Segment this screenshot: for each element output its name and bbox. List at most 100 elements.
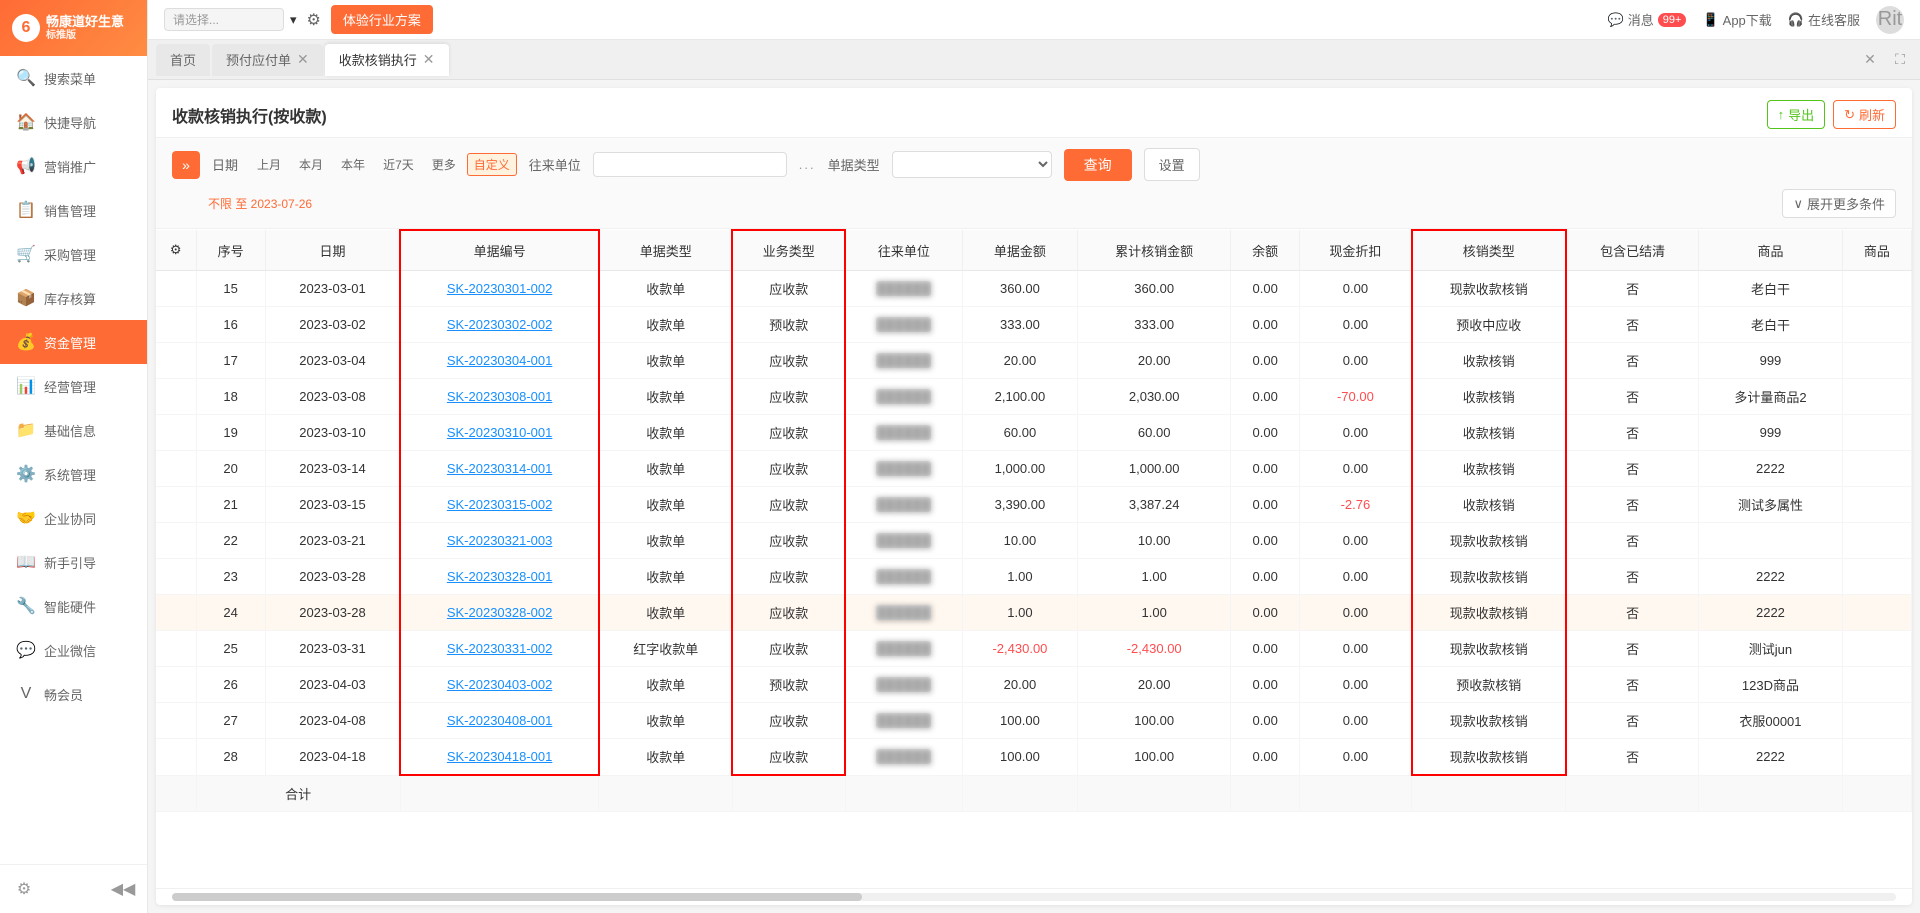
sidebar-icon-hardware: 🔧: [16, 596, 36, 616]
total-balance: [1231, 775, 1300, 811]
query-btn[interactable]: 查询: [1064, 149, 1132, 181]
bill-no-link[interactable]: SK-20230328-002: [447, 605, 553, 620]
tab-home[interactable]: 首页: [156, 44, 210, 76]
sidebar-item-wechat[interactable]: 💬 企业微信: [0, 628, 147, 672]
bill-no-link[interactable]: SK-20230310-001: [447, 425, 553, 440]
cell-settings[interactable]: [156, 667, 196, 703]
expand-conditions-btn[interactable]: ∨ 展开更多条件: [1782, 189, 1896, 218]
cell-goods: 老白干: [1699, 271, 1843, 307]
maximize-icon[interactable]: ⛶: [1888, 48, 1912, 72]
horizontal-scrollbar[interactable]: [172, 893, 1896, 901]
sidebar-item-member[interactable]: V 畅会员: [0, 672, 147, 716]
bill-no-link[interactable]: SK-20230418-001: [447, 749, 553, 764]
filter-toggle-btn[interactable]: »: [172, 151, 200, 179]
org-selector-value[interactable]: 请选择...: [164, 8, 284, 31]
cell-settings[interactable]: [156, 739, 196, 776]
app-download-btn[interactable]: 📱 App下载: [1702, 10, 1771, 29]
scrollbar-thumb[interactable]: [172, 893, 862, 901]
cell-amount: 2,100.00: [962, 379, 1078, 415]
bill-no-link[interactable]: SK-20230321-003: [447, 533, 553, 548]
cell-settings[interactable]: [156, 703, 196, 739]
tab-close-collection-exec[interactable]: ✕: [423, 51, 435, 68]
sidebar-item-finance[interactable]: 💰 资金管理: [0, 320, 147, 364]
cell-goods2: [1842, 271, 1911, 307]
tab-close-prepay[interactable]: ✕: [297, 51, 309, 68]
app-subtitle: 标推版: [46, 30, 124, 42]
cell-settings[interactable]: [156, 307, 196, 343]
this-year-btn[interactable]: 本年: [334, 153, 372, 176]
bill-no-link[interactable]: SK-20230328-001: [447, 569, 553, 584]
cell-incl-settled: 否: [1566, 523, 1699, 559]
tab-prepay[interactable]: 预付应付单✕: [212, 44, 323, 76]
cell-settings[interactable]: [156, 271, 196, 307]
cell-settings[interactable]: [156, 379, 196, 415]
cell-settings[interactable]: [156, 559, 196, 595]
sidebar-item-guide[interactable]: 📖 新手引导: [0, 540, 147, 584]
tab-label-collection-exec: 收款核销执行: [339, 50, 417, 69]
cell-partner: ██████: [845, 523, 962, 559]
table-head: ⚙ 序号 日期 单据编号 单据类型 业务类型 往来单位 单据金额 累计核销金额 …: [156, 230, 1912, 271]
this-month-btn[interactable]: 本月: [292, 153, 330, 176]
cell-partner: ██████: [845, 343, 962, 379]
cell-amount: 1,000.00: [962, 451, 1078, 487]
settings-icon[interactable]: ⚙: [10, 875, 38, 903]
cell-settings[interactable]: [156, 523, 196, 559]
last-7-days-btn[interactable]: 近7天: [376, 153, 421, 176]
cell-balance: 0.00: [1231, 379, 1300, 415]
partner-input[interactable]: [593, 152, 787, 177]
tab-collection-exec[interactable]: 收款核销执行 ✕: [325, 44, 449, 76]
bill-no-link[interactable]: SK-20230302-002: [447, 317, 553, 332]
bill-type-select[interactable]: [892, 151, 1052, 178]
export-btn[interactable]: ↑ 导出: [1767, 100, 1826, 129]
sidebar-icon-member: V: [16, 684, 36, 704]
sidebar-item-inventory[interactable]: 📦 库存核算: [0, 276, 147, 320]
cell-settings[interactable]: [156, 631, 196, 667]
user-avatar[interactable]: Rit: [1876, 6, 1904, 34]
cell-date: 2023-03-28: [265, 559, 400, 595]
bill-no-link[interactable]: SK-20230315-002: [447, 497, 553, 512]
table-row: 26 2023-04-03 SK-20230403-002 收款单 预收款 ██…: [156, 667, 1912, 703]
bill-no-link[interactable]: SK-20230314-001: [447, 461, 553, 476]
total-discount: [1300, 775, 1412, 811]
collapse-icon[interactable]: ◀◀: [109, 875, 137, 903]
cell-settings[interactable]: [156, 451, 196, 487]
sidebar-item-search-menu[interactable]: 🔍 搜索菜单: [0, 56, 147, 100]
bill-no-link[interactable]: SK-20230331-002: [447, 641, 553, 656]
refresh-btn[interactable]: ↻ 刷新: [1833, 100, 1896, 129]
last-month-btn[interactable]: 上月: [250, 153, 288, 176]
filter-setting-btn[interactable]: 设置: [1144, 148, 1200, 181]
cell-bill-no: SK-20230321-003: [400, 523, 599, 559]
cell-cumulative: -2,430.00: [1078, 631, 1231, 667]
bill-no-link[interactable]: SK-20230408-001: [447, 713, 553, 728]
sidebar-item-quick-nav[interactable]: 🏠 快捷导航: [0, 100, 147, 144]
sidebar-item-corp[interactable]: 🤝 企业协同: [0, 496, 147, 540]
col-header-settings[interactable]: ⚙: [156, 230, 196, 271]
solution-btn[interactable]: 体验行业方案: [331, 5, 433, 34]
sidebar-item-hardware[interactable]: 🔧 智能硬件: [0, 584, 147, 628]
sidebar-item-sales[interactable]: 📋 销售管理: [0, 188, 147, 232]
bill-no-link[interactable]: SK-20230308-001: [447, 389, 553, 404]
custom-date-btn[interactable]: 自定义: [467, 153, 517, 176]
cell-settings[interactable]: [156, 487, 196, 523]
sidebar-item-purchase[interactable]: 🛒 采购管理: [0, 232, 147, 276]
sidebar-item-operations[interactable]: 📊 经营管理: [0, 364, 147, 408]
selector-arrow-icon[interactable]: ▾: [290, 12, 297, 28]
sidebar-item-basic-info[interactable]: 📁 基础信息: [0, 408, 147, 452]
messages-btn[interactable]: 💬 消息 99+: [1608, 10, 1687, 29]
bill-no-link[interactable]: SK-20230304-001: [447, 353, 553, 368]
expand-icon: ∨: [1793, 196, 1803, 212]
sidebar-item-marketing[interactable]: 📢 营销推广: [0, 144, 147, 188]
cell-settings[interactable]: [156, 415, 196, 451]
cell-settings[interactable]: [156, 343, 196, 379]
cell-bill-type: 收款单: [599, 379, 733, 415]
cell-settings[interactable]: [156, 595, 196, 631]
bill-no-link[interactable]: SK-20230301-002: [447, 281, 553, 296]
cell-balance: 0.00: [1231, 631, 1300, 667]
partner-filter-label: 往来单位: [529, 155, 581, 174]
close-tab-icon[interactable]: ✕: [1858, 48, 1882, 72]
topbar-gear-icon[interactable]: ⚙: [307, 10, 321, 30]
online-service-btn[interactable]: 🎧 在线客服: [1788, 10, 1860, 29]
more-dates-btn[interactable]: 更多: [425, 153, 463, 176]
bill-no-link[interactable]: SK-20230403-002: [447, 677, 553, 692]
sidebar-item-system[interactable]: ⚙️ 系统管理: [0, 452, 147, 496]
